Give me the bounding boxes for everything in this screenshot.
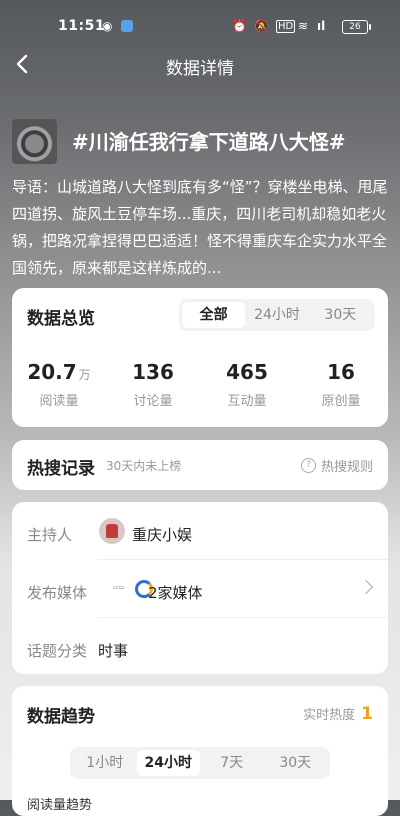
tab-1h[interactable]: 1小时 — [73, 750, 137, 776]
overview-title: 数据总览 — [27, 309, 95, 329]
status-time: 11:51 — [58, 18, 106, 34]
host-name: 重庆小娱 — [132, 526, 193, 544]
stat-value: 20.7 万 — [12, 360, 106, 384]
battery-level: 26 — [349, 22, 361, 32]
topic-title: #川渝任我行拿下道路八大怪# — [72, 130, 346, 154]
stat-number: 465 — [226, 360, 268, 384]
signal-icon: ıl — [317, 19, 326, 33]
trend-title: 数据趋势 — [27, 707, 95, 727]
realtime-heat-label: 实时热度 — [303, 708, 356, 723]
host-avatar — [99, 518, 125, 544]
stat-discussions: 136 讨论量 — [106, 360, 200, 409]
tab-30d[interactable]: 30天 — [264, 750, 328, 776]
battery-icon: 26 — [342, 20, 371, 34]
stat-label: 讨论量 — [133, 394, 173, 409]
stat-number: 16 — [327, 360, 355, 384]
weibo-icon: ◉ — [102, 19, 113, 33]
stat-number: 136 — [132, 360, 174, 384]
media-logo-text-icon: ▭▭ — [113, 584, 125, 591]
tab-30d[interactable]: 30天 — [309, 302, 372, 328]
hot-search-note: 30天内未上榜 — [106, 459, 182, 473]
nav-bar: 数据详情 — [0, 42, 400, 90]
host-row[interactable]: 主持人 重庆小娱 — [27, 504, 373, 560]
stat-unit: 万 — [78, 368, 91, 382]
stat-reads: 20.7 万 阅读量 — [12, 360, 106, 409]
stat-value: 465 — [200, 360, 294, 384]
tab-all[interactable]: 全部 — [182, 302, 246, 328]
stat-interactions: 465 互动量 — [200, 360, 294, 409]
stat-label: 互动量 — [227, 394, 267, 409]
hot-search-title: 热搜记录 — [27, 459, 95, 479]
hot-search-rule-link[interactable]: ? 热搜规则 — [300, 456, 373, 475]
realtime-heat-value: 1 — [361, 704, 373, 724]
stat-label: 原创量 — [321, 394, 361, 409]
hot-search-card: 热搜记录 30天内未上榜 ? 热搜规则 — [12, 440, 388, 490]
wifi-icon: ≋ — [298, 19, 309, 33]
trend-card: 数据趋势 实时热度 1 1小时 24小时 7天 30天 阅读量趋势 — [12, 686, 388, 816]
topic-intro: 导语：山城道路八大怪到底有多“怪”？穿楼坐电梯、甩尾四道拐、旋风土豆停车场...… — [12, 178, 388, 277]
app-icon — [121, 20, 133, 32]
media-count: 2家媒体 — [148, 584, 203, 602]
media-label: 发布媒体 — [27, 584, 88, 602]
category-label: 话题分类 — [27, 642, 88, 660]
hd-icon: HD — [276, 20, 296, 33]
realtime-heat: 实时热度 1 — [303, 704, 373, 724]
hot-search-rule-label: 热搜规则 — [320, 460, 373, 475]
stat-value: 16 — [294, 360, 388, 384]
stat-value: 136 — [106, 360, 200, 384]
page-title: 数据详情 — [166, 59, 234, 79]
overview-tabs: 全部 24小时 30天 — [179, 299, 375, 331]
chevron-right-icon — [358, 579, 374, 595]
category-value: 时事 — [98, 642, 129, 660]
host-label: 主持人 — [27, 526, 73, 544]
stat-number: 20.7 — [27, 360, 77, 384]
silent-icon: 🔕 — [254, 19, 269, 33]
category-row: 话题分类 时事 — [27, 620, 373, 676]
divider — [98, 559, 388, 560]
trend-tabs: 1小时 24小时 7天 30天 — [70, 747, 330, 779]
overview-stats: 20.7 万 阅读量 136 讨论量 465 互动量 16 原创量 — [12, 360, 388, 409]
stat-originals: 16 原创量 — [294, 360, 388, 409]
reads-trend-label: 阅读量趋势 — [27, 798, 93, 813]
info-card: 主持人 重庆小娱 发布媒体 ▭▭ 2家媒体 话题分类 时事 — [12, 502, 388, 674]
tab-24h[interactable]: 24小时 — [245, 302, 308, 328]
tab-24h[interactable]: 24小时 — [136, 750, 200, 776]
alarm-icon: ⏰ — [232, 19, 247, 33]
media-row[interactable]: 发布媒体 ▭▭ 2家媒体 — [27, 562, 374, 618]
stat-label: 阅读量 — [39, 394, 79, 409]
question-icon: ? — [300, 458, 316, 473]
divider — [98, 617, 388, 618]
tab-7d[interactable]: 7天 — [200, 750, 264, 776]
overview-card: 数据总览 全部 24小时 30天 20.7 万 阅读量 136 讨论量 465 互… — [12, 288, 388, 427]
topic-thumbnail — [12, 119, 57, 164]
